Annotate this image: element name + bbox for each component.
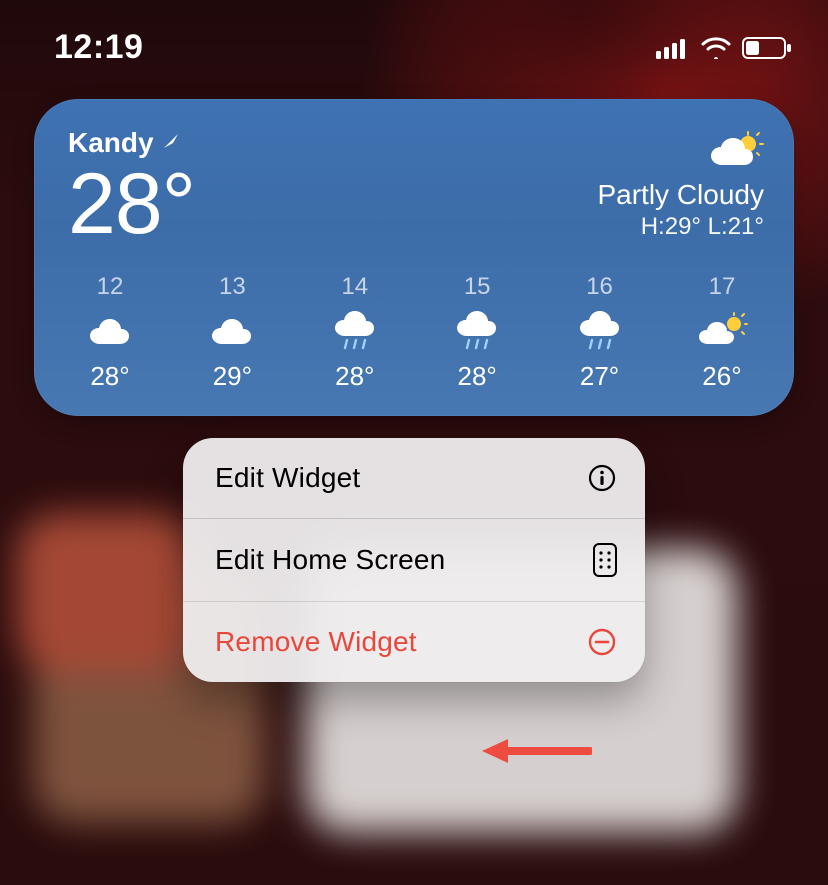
hour-column: 17 26° <box>682 273 762 392</box>
hour-label: 12 <box>97 273 124 301</box>
weather-location: Kandy <box>68 127 195 159</box>
hour-temp: 29° <box>213 361 252 392</box>
status-time: 12:19 <box>54 28 143 67</box>
hour-label: 17 <box>709 273 736 301</box>
location-arrow-icon <box>162 132 180 155</box>
annotation-arrow-icon <box>482 736 592 771</box>
widget-context-menu: Edit Widget Edit Home Screen Remove Widg… <box>183 438 645 682</box>
hour-column: 14 28° <box>315 273 395 392</box>
cellular-signal-icon <box>656 37 690 59</box>
weather-widget[interactable]: Kandy 28° Part <box>34 99 794 416</box>
hour-temp: 28° <box>458 361 497 392</box>
wifi-icon <box>700 37 732 59</box>
weather-temp-now: 28° <box>68 161 195 247</box>
hour-temp: 28° <box>335 361 374 392</box>
hour-column: 12 28° <box>70 273 150 392</box>
menu-item-label: Edit Widget <box>215 462 573 494</box>
status-right <box>656 36 792 60</box>
cloud-rain-icon <box>332 311 378 351</box>
hour-label: 15 <box>464 273 491 301</box>
hour-temp: 26° <box>702 361 741 392</box>
menu-item-label: Remove Widget <box>215 626 573 658</box>
apps-grid-icon <box>593 543 617 577</box>
menu-item-label: Edit Home Screen <box>215 544 579 576</box>
menu-remove-widget[interactable]: Remove Widget <box>183 601 645 682</box>
cloud-icon <box>209 311 255 351</box>
hour-column: 13 29° <box>192 273 272 392</box>
battery-icon <box>742 36 792 60</box>
partly-cloudy-icon <box>597 131 764 171</box>
hour-column: 16 27° <box>560 273 640 392</box>
hour-label: 16 <box>586 273 613 301</box>
hour-label: 13 <box>219 273 246 301</box>
cloud-rain-icon <box>577 311 623 351</box>
cloud-rain-icon <box>454 311 500 351</box>
hour-column: 15 28° <box>437 273 517 392</box>
cloud-sun-icon <box>696 311 748 351</box>
status-bar: 12:19 <box>0 0 828 77</box>
weather-location-name: Kandy <box>68 127 154 159</box>
hour-temp: 28° <box>90 361 129 392</box>
cloud-icon <box>87 311 133 351</box>
hour-temp: 27° <box>580 361 619 392</box>
minus-circle-icon <box>587 627 617 657</box>
info-icon <box>587 463 617 493</box>
menu-edit-home-screen[interactable]: Edit Home Screen <box>183 518 645 601</box>
weather-hilo: H:29° L:21° <box>597 213 764 241</box>
hour-label: 14 <box>341 273 368 301</box>
weather-hourly: 12 28° 13 29° 14 28° 15 28° 16 27° 17 26… <box>68 273 764 392</box>
weather-condition-text: Partly Cloudy <box>597 179 764 211</box>
menu-edit-widget[interactable]: Edit Widget <box>183 438 645 518</box>
